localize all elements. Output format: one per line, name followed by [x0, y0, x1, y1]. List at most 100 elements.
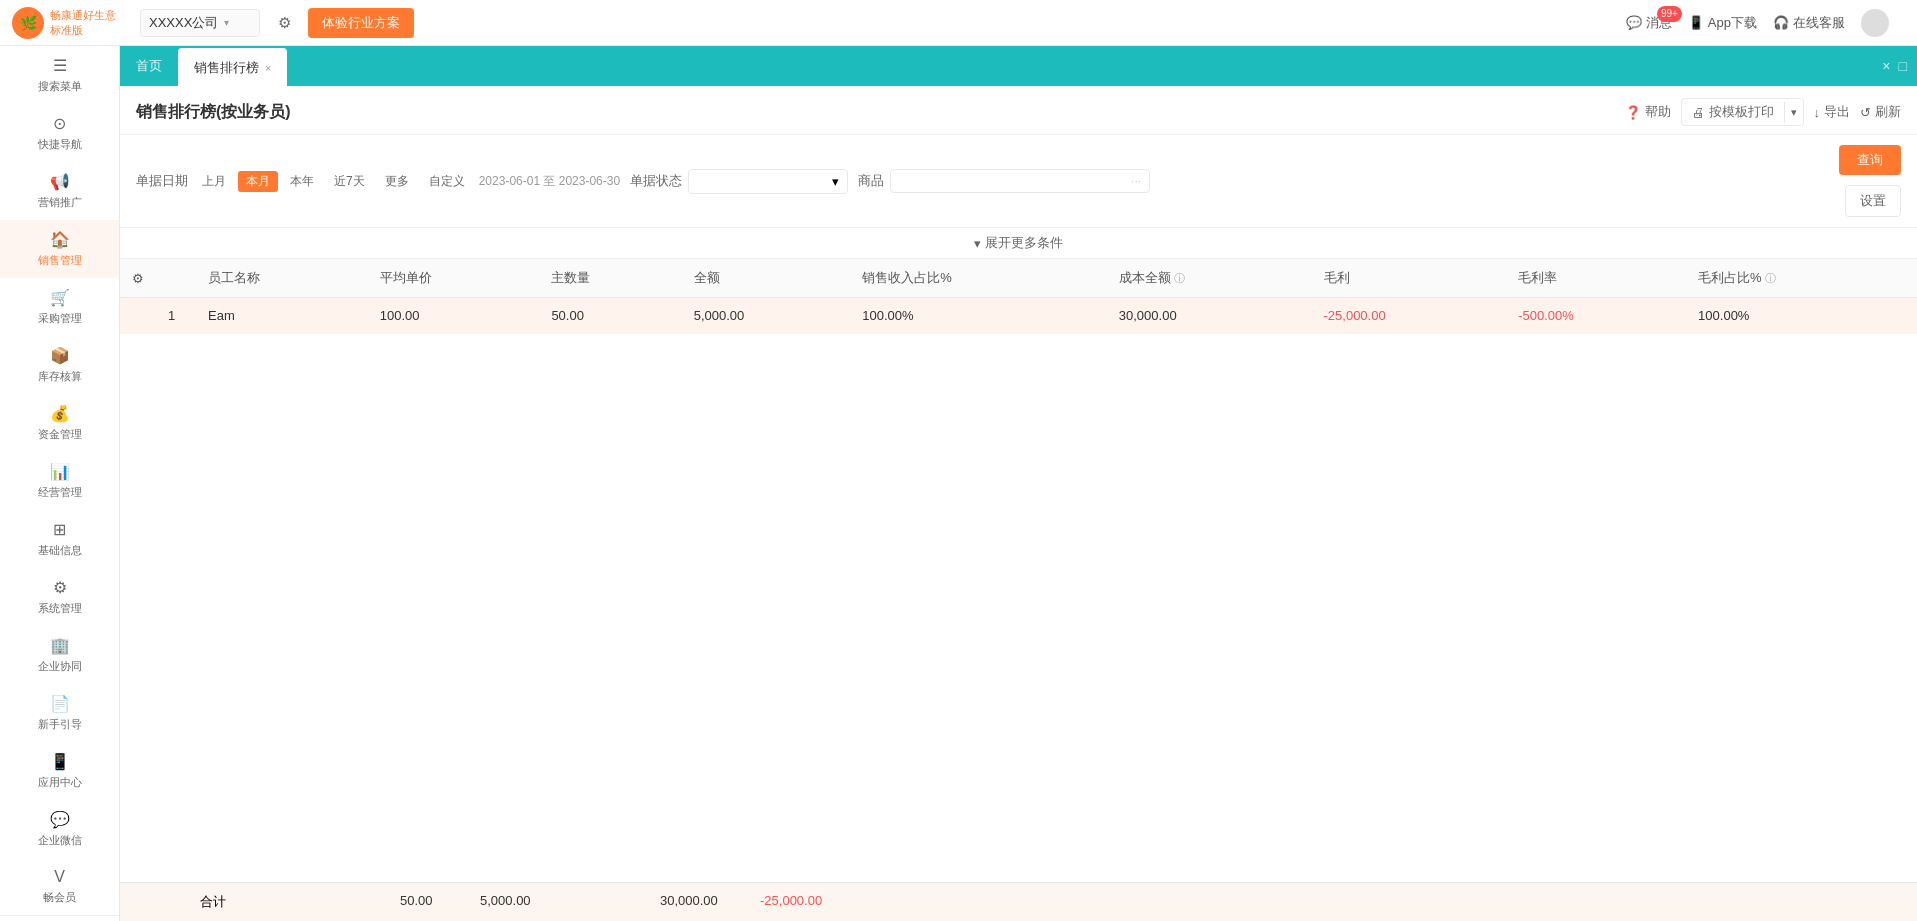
sidebar-label-operation: 经营管理	[38, 485, 82, 500]
sidebar-icon-system: ⚙	[53, 578, 67, 597]
export-button[interactable]: ↓ 导出	[1814, 103, 1851, 121]
date-prev-month-btn[interactable]: 上月	[194, 171, 234, 192]
sidebar-label-enterprise: 企业协同	[38, 659, 82, 674]
sidebar-icon-member: V	[54, 868, 65, 886]
footer-row: 合计 50.00 5,000.00 30,000.00 -25,000.00	[132, 893, 1905, 911]
cell-rank: 1	[156, 298, 196, 334]
footer-gross: -25,000.00	[760, 893, 860, 911]
cost-info-icon[interactable]: ⓘ	[1174, 272, 1185, 284]
sidebar-item-quick-nav[interactable]: ⊙ 快捷导航	[0, 104, 119, 162]
print-main[interactable]: 🖨 按模板打印	[1682, 99, 1784, 125]
sidebar-item-sales[interactable]: 🏠 销售管理	[0, 220, 119, 278]
sidebar-item-wechat[interactable]: 💬 企业微信	[0, 800, 119, 858]
sidebar-label-guide: 新手引导	[38, 717, 82, 732]
table-row: 1 Eam 100.00 50.00 5,000.00 100.00% 30,0…	[120, 298, 1917, 334]
footer-cost: 30,000.00	[660, 893, 760, 911]
maximize-window-icon[interactable]: □	[1899, 58, 1907, 74]
tab-bar: 首页 销售排行榜 × × □	[120, 46, 1917, 86]
footer-avg-price	[320, 893, 400, 911]
sidebar-label-finance: 资金管理	[38, 427, 82, 442]
date-current-month-btn[interactable]: 本月	[238, 171, 278, 192]
sidebar-label-quick-nav: 快捷导航	[38, 137, 82, 152]
message-button[interactable]: 💬 消息 99+	[1626, 14, 1672, 32]
status-select[interactable]: ▾	[688, 169, 848, 194]
sidebar-item-system[interactable]: ⚙ 系统管理	[0, 568, 119, 626]
app-download-button[interactable]: 📱 App下载	[1688, 14, 1757, 32]
help-icon: ❓	[1625, 105, 1641, 120]
sidebar-icon-basic: ⊞	[53, 520, 66, 539]
table-footer: 合计 50.00 5,000.00 30,000.00 -25,000.00	[120, 882, 1917, 921]
th-rank	[156, 259, 196, 298]
query-button[interactable]: 查询	[1839, 145, 1901, 175]
status-label: 单据状态	[630, 172, 682, 190]
sidebar-item-operation[interactable]: 📊 经营管理	[0, 452, 119, 510]
sidebar-icon-purchase: 🛒	[50, 288, 70, 307]
date-range-display: 2023-06-01 至 2023-06-30	[479, 173, 620, 190]
th-settings[interactable]: ⚙	[120, 259, 156, 298]
sidebar-icon-operation: 📊	[50, 462, 70, 481]
logo-area: 🌿 畅康通好生意 标准版	[12, 7, 130, 39]
print-button[interactable]: 🖨 按模板打印 ▾	[1681, 98, 1804, 126]
sidebar-item-guide[interactable]: 📄 新手引导	[0, 684, 119, 742]
message-badge: 99+	[1657, 6, 1682, 22]
date-filter: 单据日期 上月 本月 本年 近7天 更多 自定义 2023-06-01 至 20…	[136, 171, 620, 192]
sidebar-icon-marketing: 📢	[50, 172, 70, 191]
sidebar-label-search-order: 搜索菜单	[38, 79, 82, 94]
goods-input[interactable]: ···	[890, 169, 1150, 193]
trial-button[interactable]: 体验行业方案	[308, 8, 414, 38]
footer-total-label: 合计	[200, 893, 320, 911]
sidebar-item-purchase[interactable]: 🛒 采购管理	[0, 278, 119, 336]
date-7days-btn[interactable]: 近7天	[326, 171, 373, 192]
gross-pct-info-icon[interactable]: ⓘ	[1765, 272, 1776, 284]
cell-amount: 5,000.00	[682, 298, 851, 334]
set-button[interactable]: 设置	[1845, 185, 1901, 217]
sidebar-item-enterprise[interactable]: 🏢 企业协同	[0, 626, 119, 684]
headset-icon: 🎧	[1773, 15, 1789, 30]
tab-label: 销售排行榜	[194, 59, 259, 77]
sidebar-item-search-order[interactable]: ☰ 搜索菜单	[0, 46, 119, 104]
date-year-btn[interactable]: 本年	[282, 171, 322, 192]
print-arrow[interactable]: ▾	[1784, 102, 1803, 123]
sidebar-label-sales: 销售管理	[38, 253, 82, 268]
status-filter: 单据状态 ▾	[630, 169, 848, 194]
sidebar-label-apps: 应用中心	[38, 775, 82, 790]
sidebar-item-finance[interactable]: 💰 资金管理	[0, 394, 119, 452]
export-icon: ↓	[1814, 105, 1821, 120]
sidebar-item-apps[interactable]: 📱 应用中心	[0, 742, 119, 800]
sidebar-item-member[interactable]: V 畅会员	[0, 858, 119, 915]
logo-icon: 🌿	[12, 7, 44, 39]
goods-more-icon[interactable]: ···	[1131, 174, 1141, 188]
date-more-btn[interactable]: 更多	[377, 171, 417, 192]
page-title: 销售排行榜(按业务员)	[136, 102, 291, 123]
filter-bar: 单据日期 上月 本月 本年 近7天 更多 自定义 2023-06-01 至 20…	[120, 135, 1917, 228]
tab-sales-ranking[interactable]: 销售排行榜 ×	[178, 48, 287, 88]
cell-gross-pct: 100.00%	[1686, 298, 1917, 334]
sidebar-item-inventory[interactable]: 📦 库存核算	[0, 336, 119, 394]
tab-close-icon[interactable]: ×	[265, 62, 271, 74]
chevron-down-icon: ▾	[974, 236, 981, 251]
message-icon: 💬	[1626, 15, 1642, 30]
expand-more-button[interactable]: ▾ 展开更多条件	[974, 234, 1063, 252]
tab-home[interactable]: 首页	[120, 46, 178, 86]
cell-avg-price: 100.00	[368, 298, 540, 334]
sidebar-icon-apps: 📱	[50, 752, 70, 771]
th-name: 员工名称	[196, 259, 368, 298]
th-cost: 成本全额 ⓘ	[1107, 259, 1312, 298]
help-button[interactable]: ❓ 帮助	[1625, 103, 1671, 121]
close-window-icon[interactable]: ×	[1882, 58, 1890, 74]
avatar[interactable]	[1861, 9, 1889, 37]
window-buttons: × □	[1882, 58, 1917, 74]
table-header-row: ⚙ 员工名称 平均单价 主数量 全额 销售收入占比% 成本全额	[120, 259, 1917, 298]
sidebar-label-wechat: 企业微信	[38, 833, 82, 848]
date-custom-btn[interactable]: 自定义	[421, 171, 473, 192]
sidebar-item-basic[interactable]: ⊞ 基础信息	[0, 510, 119, 568]
cell-cost: 30,000.00	[1107, 298, 1312, 334]
company-selector[interactable]: XXXXX公司 ▾	[140, 9, 260, 37]
refresh-button[interactable]: ↺ 刷新	[1860, 103, 1901, 121]
sidebar-item-marketing[interactable]: 📢 营销推广	[0, 162, 119, 220]
print-icon: 🖨	[1692, 105, 1705, 120]
goods-filter: 商品 ···	[858, 169, 1150, 193]
online-service-button[interactable]: 🎧 在线客服	[1773, 14, 1845, 32]
settings-icon-btn[interactable]: ⚙	[270, 9, 298, 37]
sidebar-icon-search-order: ☰	[53, 56, 67, 75]
